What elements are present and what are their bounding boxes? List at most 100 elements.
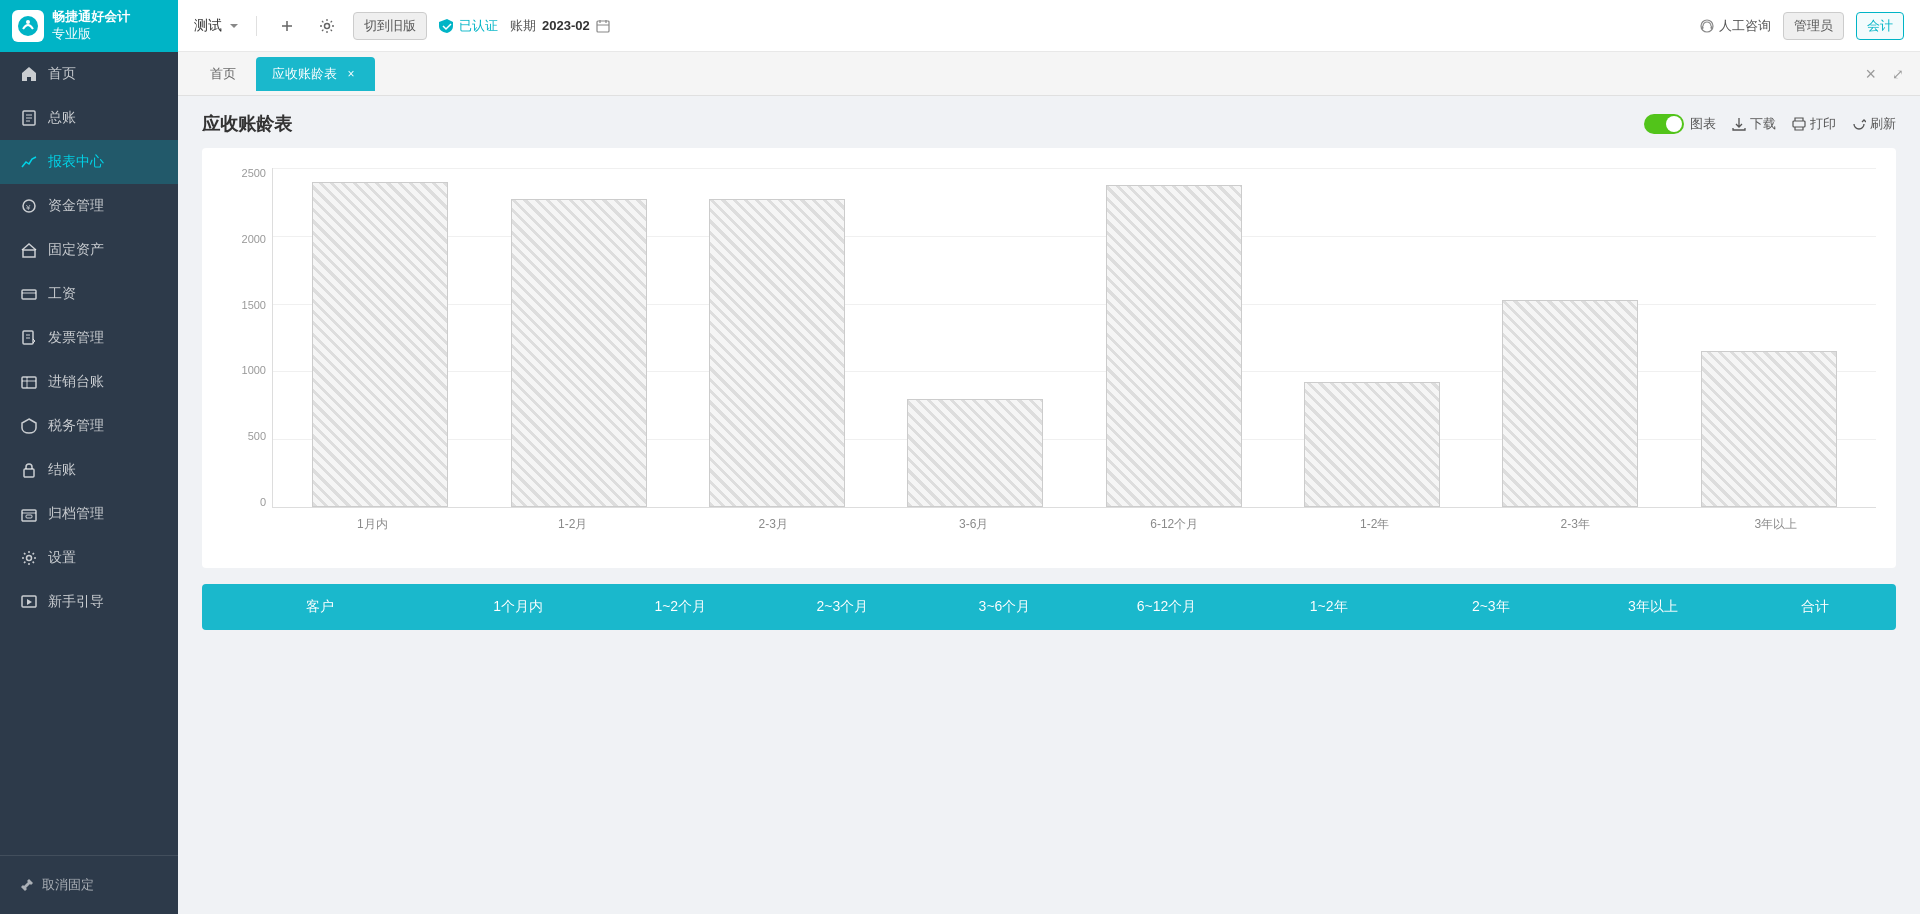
bar-group-3 (680, 168, 874, 507)
user-button[interactable]: 管理员 (1783, 12, 1844, 40)
bar-3 (709, 199, 845, 507)
bar-6 (1304, 382, 1440, 507)
settings-topbar-button[interactable] (313, 12, 341, 40)
download-icon (1732, 117, 1746, 131)
app-logo-icon (12, 10, 44, 42)
pin-button[interactable]: 取消固定 (0, 866, 178, 904)
sidebar-item-guide[interactable]: 新手引导 (0, 580, 178, 624)
role-button[interactable]: 会计 (1856, 12, 1904, 40)
add-button[interactable] (273, 12, 301, 40)
page-title: 应收账龄表 (202, 112, 292, 136)
print-button[interactable]: 打印 (1792, 115, 1836, 133)
svg-rect-17 (24, 469, 34, 477)
chart-toggle-group: 图表 (1644, 114, 1716, 134)
refresh-icon (1852, 117, 1866, 131)
pin-label: 取消固定 (42, 876, 94, 894)
headset-icon (1699, 18, 1715, 34)
project-name: 测试 (194, 17, 222, 35)
tax-icon (20, 417, 38, 435)
bar-5 (1106, 185, 1242, 507)
x-label-1: 1月内 (272, 516, 473, 533)
invoices-icon (20, 329, 38, 347)
tab-home-label: 首页 (210, 65, 236, 83)
app-name: 畅捷通好会计 (52, 9, 130, 26)
svg-rect-20 (26, 515, 32, 518)
app-name-text: 畅捷通好会计 专业版 (52, 9, 130, 43)
archive-icon (20, 505, 38, 523)
tab-close-button[interactable]: × (343, 66, 359, 82)
refresh-button[interactable]: 刷新 (1852, 115, 1896, 133)
sidebar-item-wages[interactable]: 工资 (0, 272, 178, 316)
svg-point-24 (325, 23, 330, 28)
x-label-8: 3年以上 (1676, 516, 1877, 533)
sidebar-item-settings[interactable]: 设置 (0, 536, 178, 580)
tabs-bar-right: × ⤢ (1865, 65, 1904, 83)
th-3-6month: 3~6个月 (923, 584, 1085, 630)
sidebar-label-ledger: 总账 (48, 109, 76, 127)
tab-home[interactable]: 首页 (194, 57, 252, 91)
th-client: 客户 (202, 584, 437, 630)
guide-icon (20, 593, 38, 611)
refresh-label: 刷新 (1870, 115, 1896, 133)
chevron-down-icon (228, 20, 240, 32)
period-selector[interactable]: 账期 2023-02 (510, 17, 610, 35)
sidebar-label-reports: 报表中心 (48, 153, 104, 171)
tab-ar-aging-label: 应收账龄表 (272, 65, 337, 83)
bar-group-8 (1672, 168, 1866, 507)
bar-group-1 (283, 168, 477, 507)
th-6-12month: 6~12个月 (1086, 584, 1248, 630)
switch-old-version-button[interactable]: 切到旧版 (353, 12, 427, 40)
chart-toggle[interactable] (1644, 114, 1684, 134)
sidebar-label-assets: 固定资产 (48, 241, 104, 259)
project-selector[interactable]: 测试 (194, 17, 240, 35)
reports-icon (20, 153, 38, 171)
home-icon (20, 65, 38, 83)
svg-rect-32 (1793, 121, 1805, 127)
tab-ar-aging[interactable]: 应收账龄表 × (256, 57, 375, 91)
chart-inner (272, 168, 1876, 508)
x-label-6: 1-2年 (1275, 516, 1476, 533)
sidebar-label-invoices: 发票管理 (48, 329, 104, 347)
sidebar-label-home: 首页 (48, 65, 76, 83)
svg-text:¥: ¥ (25, 203, 31, 212)
sidebar-item-assets[interactable]: 固定资产 (0, 228, 178, 272)
sidebar-item-close[interactable]: 结账 (0, 448, 178, 492)
download-label: 下载 (1750, 115, 1776, 133)
plus-icon (280, 19, 294, 33)
window-close-button[interactable]: × (1865, 65, 1876, 83)
bar-group-7 (1473, 168, 1667, 507)
window-expand-button[interactable]: ⤢ (1892, 67, 1904, 81)
settings-icon (20, 549, 38, 567)
th-3plus-year: 3年以上 (1572, 584, 1734, 630)
sidebar-item-home[interactable]: 首页 (0, 52, 178, 96)
x-label-5: 6-12个月 (1074, 516, 1275, 533)
sidebar-item-sales[interactable]: 进销台账 (0, 360, 178, 404)
sidebar-label-archive: 归档管理 (48, 505, 104, 523)
customer-service-button[interactable]: 人工咨询 (1699, 17, 1771, 35)
sidebar-item-tax[interactable]: 税务管理 (0, 404, 178, 448)
bar-group-6 (1275, 168, 1469, 507)
bars-container (273, 168, 1876, 507)
main-area: 测试 切到旧版 已认证 账期 (178, 0, 1920, 914)
sidebar-item-archive[interactable]: 归档管理 (0, 492, 178, 536)
th-1month: 1个月内 (437, 584, 599, 630)
svg-rect-8 (23, 250, 35, 257)
app-version: 专业版 (52, 26, 130, 43)
sidebar-item-reports[interactable]: 报表中心 (0, 140, 178, 184)
bar-group-5 (1077, 168, 1271, 507)
sidebar-logo: 畅捷通好会计 专业版 (0, 0, 178, 52)
gear-icon (319, 18, 335, 34)
th-1-2month: 1~2个月 (599, 584, 761, 630)
x-label-2: 1-2月 (473, 516, 674, 533)
sidebar-label-sales: 进销台账 (48, 373, 104, 391)
bar-7 (1502, 300, 1638, 507)
sidebar-item-funds[interactable]: ¥ 资金管理 (0, 184, 178, 228)
period-label-text: 账期 (510, 17, 536, 35)
wages-icon (20, 285, 38, 303)
sidebar-item-ledger[interactable]: 总账 (0, 96, 178, 140)
svg-rect-9 (22, 290, 36, 299)
download-button[interactable]: 下载 (1732, 115, 1776, 133)
sidebar-item-invoices[interactable]: 发票管理 (0, 316, 178, 360)
shield-icon (439, 18, 455, 34)
bar-2 (511, 199, 647, 507)
